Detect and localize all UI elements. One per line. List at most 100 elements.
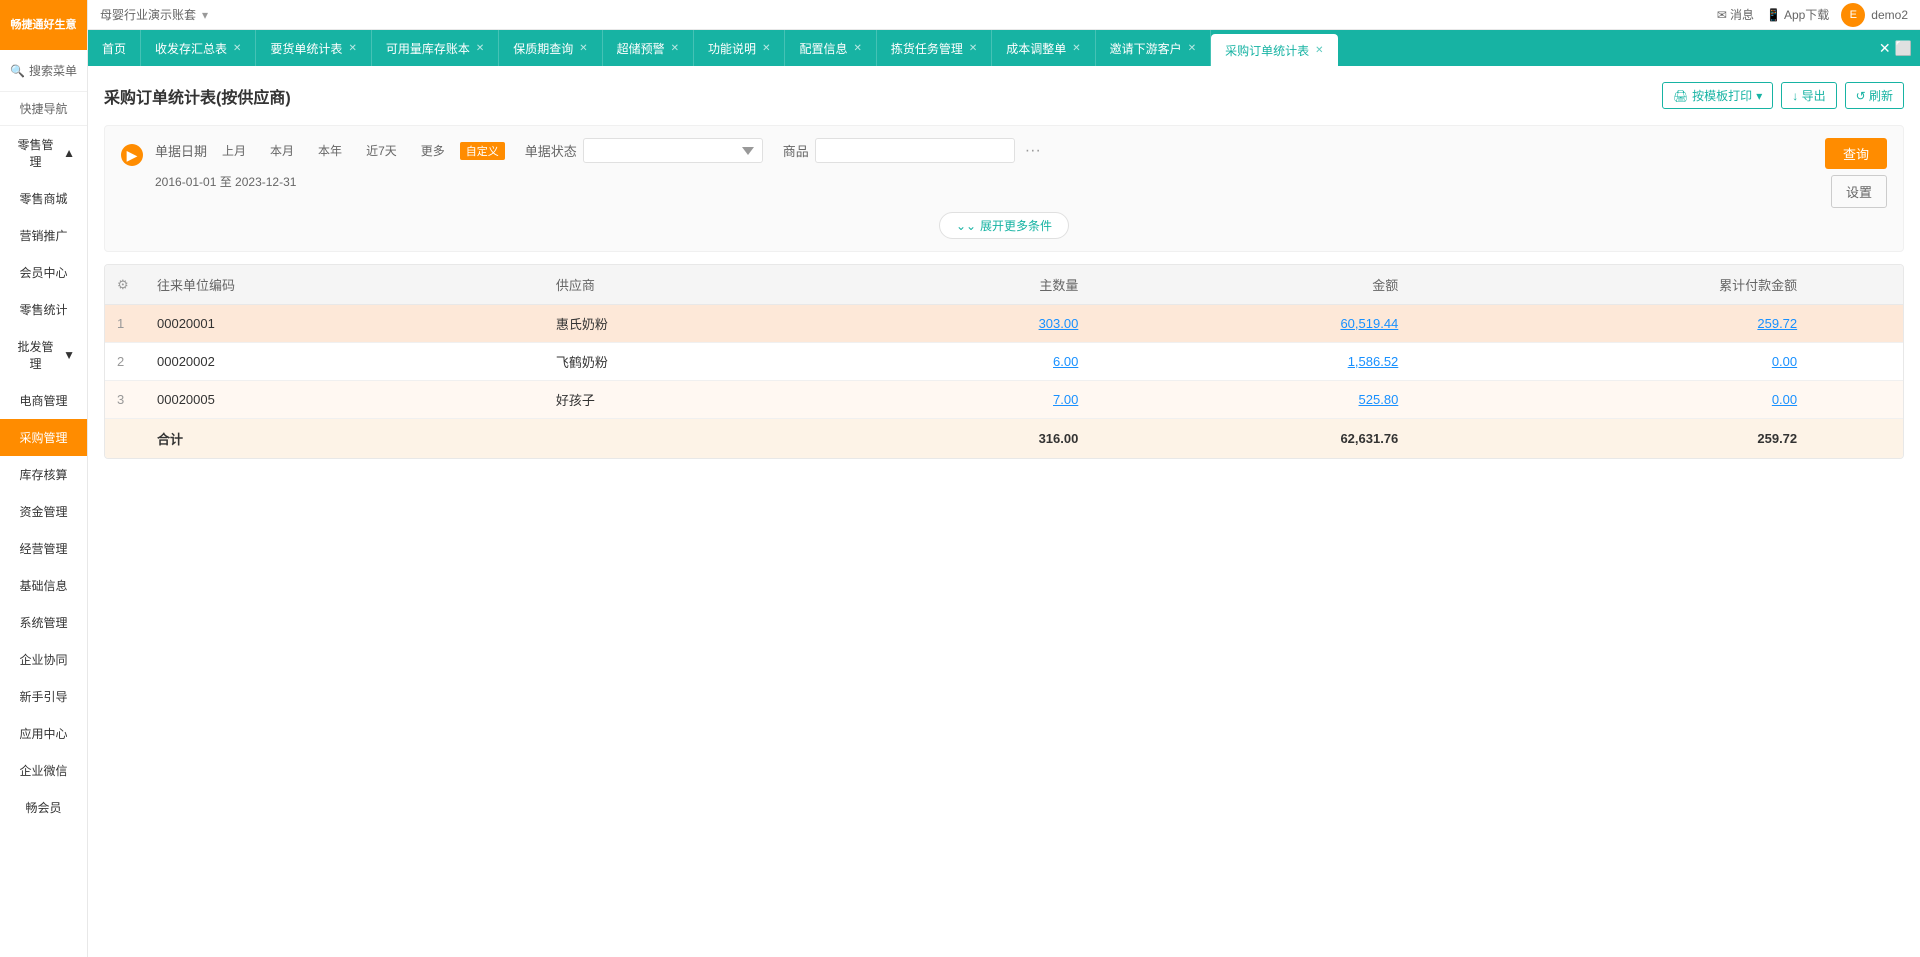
sidebar-item-member[interactable]: 会员中心 xyxy=(0,254,87,291)
sidebar-item-new-guide[interactable]: 新手引导 xyxy=(0,678,87,715)
tab-overstock-warning[interactable]: 超储预警 ✕ xyxy=(603,30,694,66)
logo: 畅捷通好生意 xyxy=(0,0,87,50)
expand-more-button[interactable]: ⌄⌄ 展开更多条件 xyxy=(939,212,1069,239)
date-range-display: 2016-01-01 至 2023-12-31 xyxy=(155,173,296,190)
date-shortcut-this-month[interactable]: 本月 xyxy=(261,139,303,162)
row-amount[interactable]: 60,519.44 xyxy=(1090,305,1410,343)
sidebar-item-inventory[interactable]: 库存核算 xyxy=(0,456,87,493)
date-custom-badge[interactable]: 自定义 xyxy=(460,142,505,160)
tab-close-icon[interactable]: ✕ xyxy=(579,43,587,54)
goods-ellipsis-button[interactable]: ··· xyxy=(1021,142,1045,160)
expand-filter-button[interactable]: ▶ xyxy=(121,144,143,166)
row-paid-amount[interactable]: 259.72 xyxy=(1410,305,1809,343)
quicknav-button[interactable]: 快捷导航 xyxy=(0,92,87,126)
tab-expiry-query[interactable]: 保质期查询 ✕ xyxy=(499,30,602,66)
sidebar-item-ecommerce[interactable]: 电商管理 xyxy=(0,382,87,419)
row-amount[interactable]: 1,586.52 xyxy=(1090,343,1410,381)
sidebar-item-basic-info[interactable]: 基础信息 xyxy=(0,567,87,604)
tab-close-icon[interactable]: ✕ xyxy=(233,43,241,54)
search-menu-button[interactable]: 🔍 搜索菜单 xyxy=(6,58,81,83)
tab-close-icon[interactable]: ✕ xyxy=(853,43,861,54)
export-button[interactable]: ↓ 导出 xyxy=(1781,82,1836,109)
sidebar-item-app-center[interactable]: 应用中心 xyxy=(0,715,87,752)
print-button[interactable]: 🖨 按模板打印 ▾ xyxy=(1662,82,1773,109)
row-paid-amount[interactable]: 0.00 xyxy=(1410,343,1809,381)
tab-purchase-stats[interactable]: 采购订单统计表 ✕ xyxy=(1211,34,1338,66)
topbar: 母婴行业演示账套 ▾ ✉ 消息 📱 App下载 E demo2 xyxy=(88,0,1920,30)
goods-label: 商品 xyxy=(783,141,809,160)
date-shortcut-this-year[interactable]: 本年 xyxy=(309,139,351,162)
date-shortcut-7days[interactable]: 近7天 xyxy=(357,139,406,162)
sidebar-item-retail-shop[interactable]: 零售商城 xyxy=(0,180,87,217)
sidebar-item-system[interactable]: 系统管理 xyxy=(0,604,87,641)
tab-invite-downstream[interactable]: 邀请下游客户 ✕ xyxy=(1096,30,1211,66)
date-filter-field: 单据日期 上月 本月 本年 近7天 更多 自定义 xyxy=(155,139,505,162)
tab-picking-task[interactable]: 拣货任务管理 ✕ xyxy=(877,30,992,66)
tab-close-icon[interactable]: ✕ xyxy=(476,43,484,54)
tab-close-icon[interactable]: ✕ xyxy=(1315,45,1323,56)
sidebar-item-retail-stats[interactable]: 零售统计 xyxy=(0,291,87,328)
supplier-name-col-header: 供应商 xyxy=(544,265,841,305)
status-filter-field: 单据状态 xyxy=(525,138,763,163)
row-amount[interactable]: 525.80 xyxy=(1090,381,1410,419)
column-settings-icon[interactable]: ⚙ xyxy=(117,277,129,292)
tab-label: 要货单统计表 xyxy=(270,40,342,57)
close-all-icon[interactable]: ✕ xyxy=(1879,40,1891,57)
sidebar-item-marketing[interactable]: 营销推广 xyxy=(0,217,87,254)
tab-function-desc[interactable]: 功能说明 ✕ xyxy=(694,30,785,66)
download-icon: 📱 xyxy=(1766,8,1781,22)
table-row[interactable]: 2 00020002 飞鹤奶粉 6.00 1,586.52 0.00 xyxy=(105,343,1903,381)
tab-close-icon[interactable]: ✕ xyxy=(969,43,977,54)
footer-main-qty: 316.00 xyxy=(841,419,1090,459)
extra-col-header xyxy=(1809,265,1903,305)
date-shortcut-more[interactable]: 更多 xyxy=(412,139,454,162)
settings-col-header: ⚙ xyxy=(105,265,145,305)
app-download-button[interactable]: 📱 App下载 xyxy=(1766,6,1829,23)
query-button[interactable]: 查询 xyxy=(1825,138,1887,169)
avatar: E xyxy=(1841,3,1865,27)
tab-home[interactable]: 首页 xyxy=(88,30,141,66)
topbar-left: 母婴行业演示账套 ▾ xyxy=(100,6,208,23)
table-row[interactable]: 3 00020005 好孩子 7.00 525.80 0.00 xyxy=(105,381,1903,419)
tab-close-icon[interactable]: ✕ xyxy=(1188,43,1196,54)
tab-cost-adjust[interactable]: 成本调整单 ✕ xyxy=(992,30,1095,66)
status-select[interactable] xyxy=(583,138,763,163)
sidebar-item-purchase[interactable]: 采购管理 xyxy=(0,419,87,456)
table-row[interactable]: 1 00020001 惠氏奶粉 303.00 60,519.44 259.72 xyxy=(105,305,1903,343)
row-paid-amount[interactable]: 0.00 xyxy=(1410,381,1809,419)
footer-empty-1 xyxy=(105,419,145,459)
sidebar-item-wholesale[interactable]: 批发管理 ▼ xyxy=(0,328,87,382)
date-shortcut-last-month[interactable]: 上月 xyxy=(213,139,255,162)
sidebar-item-vip[interactable]: 畅会员 xyxy=(0,789,87,826)
settings-button[interactable]: 设置 xyxy=(1831,175,1887,208)
refresh-label: 刷新 xyxy=(1869,89,1893,103)
sidebar-item-enterprise[interactable]: 企业协同 xyxy=(0,641,87,678)
tab-receive-summary[interactable]: 收发存汇总表 ✕ xyxy=(141,30,256,66)
tab-close-icon[interactable]: ✕ xyxy=(671,43,679,54)
expand-more-label: 展开更多条件 xyxy=(980,217,1052,234)
refresh-button[interactable]: ↺ 刷新 xyxy=(1845,82,1904,109)
tab-available-stock[interactable]: 可用量库存账本 ✕ xyxy=(372,30,499,66)
sidebar-item-operations[interactable]: 经营管理 xyxy=(0,530,87,567)
tab-label: 拣货任务管理 xyxy=(891,40,963,57)
tab-close-icon[interactable]: ✕ xyxy=(1072,43,1080,54)
row-supplier-name: 飞鹤奶粉 xyxy=(544,343,841,381)
row-main-qty[interactable]: 6.00 xyxy=(841,343,1090,381)
tab-close-icon[interactable]: ✕ xyxy=(348,43,356,54)
tab-config-info[interactable]: 配置信息 ✕ xyxy=(785,30,876,66)
sidebar-item-enterprise-wx[interactable]: 企业微信 xyxy=(0,752,87,789)
row-main-qty[interactable]: 303.00 xyxy=(841,305,1090,343)
sidebar-item-retail[interactable]: 零售管理 ▲ xyxy=(0,126,87,180)
filter-line-date-range: 2016-01-01 至 2023-12-31 xyxy=(155,169,1813,190)
maximize-icon[interactable]: ⬜ xyxy=(1895,40,1912,57)
goods-input[interactable] xyxy=(815,138,1015,163)
sidebar-item-finance[interactable]: 资金管理 xyxy=(0,493,87,530)
user-area[interactable]: E demo2 xyxy=(1841,3,1908,27)
date-label: 单据日期 xyxy=(155,141,207,160)
message-button[interactable]: ✉ 消息 xyxy=(1717,6,1754,23)
row-main-qty[interactable]: 7.00 xyxy=(841,381,1090,419)
tab-home-label: 首页 xyxy=(102,40,126,57)
row-supplier-code: 00020001 xyxy=(145,305,544,343)
tab-close-icon[interactable]: ✕ xyxy=(762,43,770,54)
tab-requisition-stats[interactable]: 要货单统计表 ✕ xyxy=(256,30,371,66)
